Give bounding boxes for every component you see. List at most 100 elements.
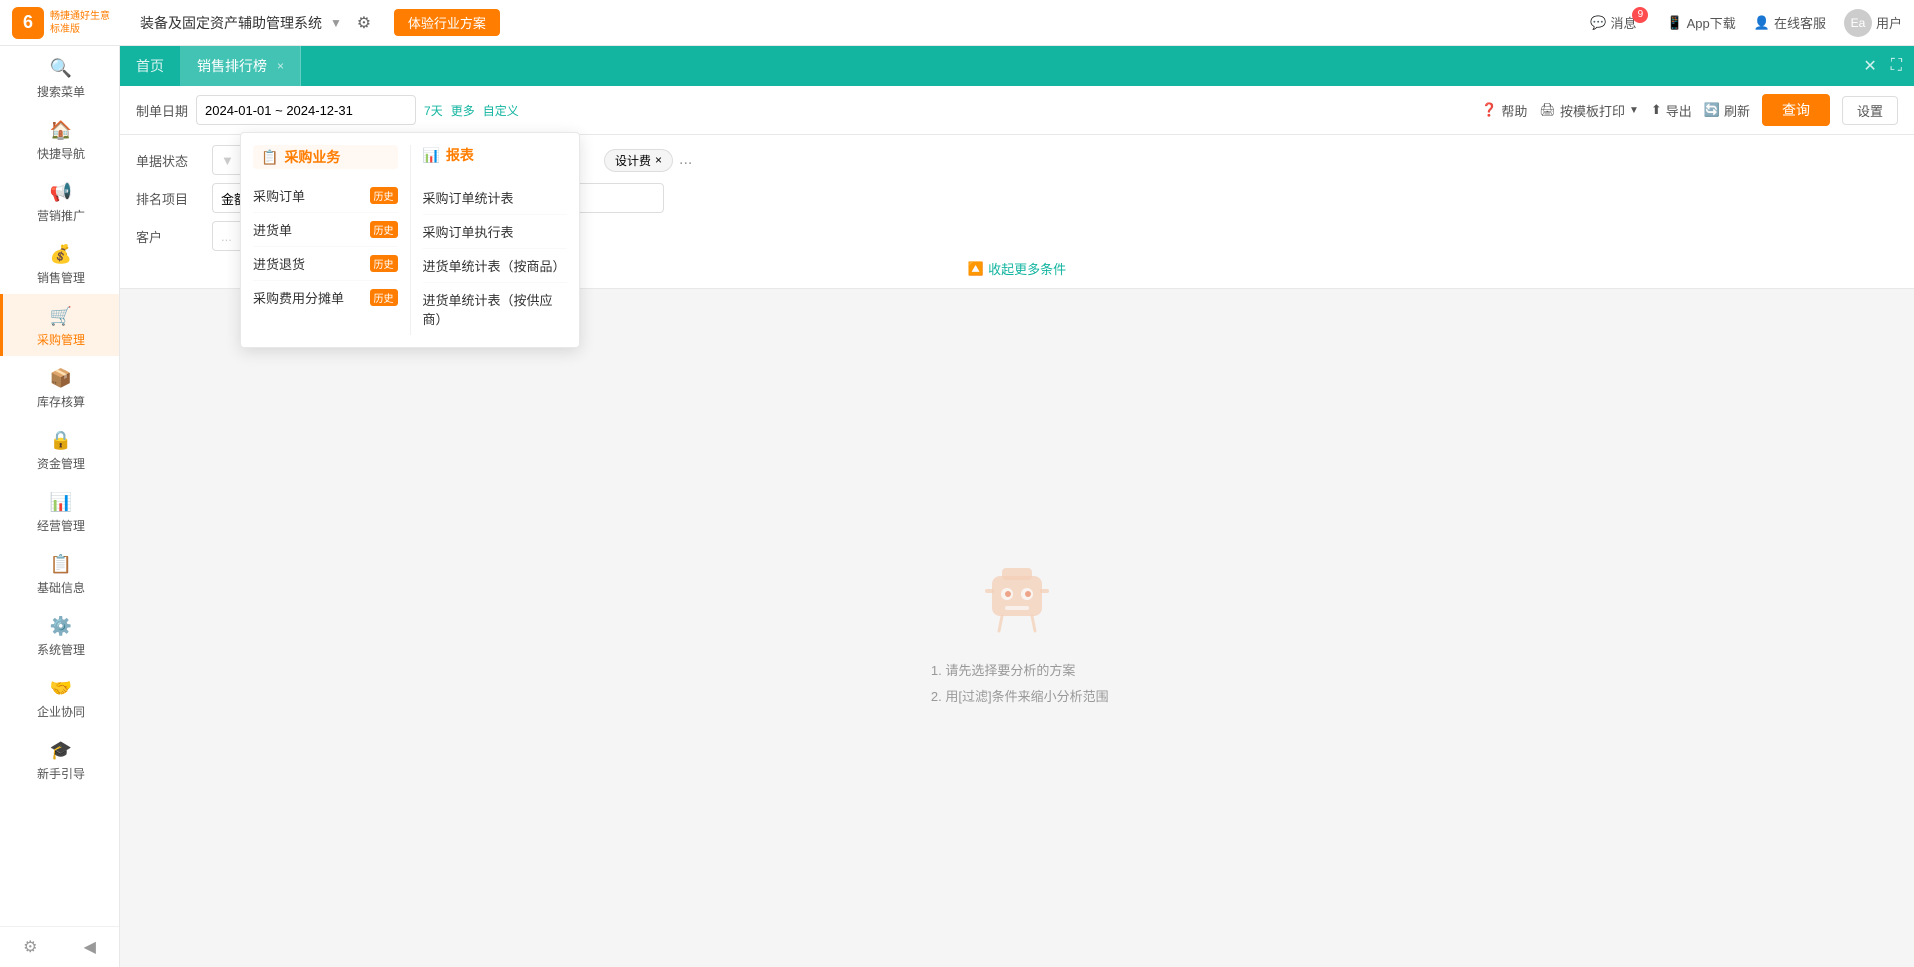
- goods-ellipsis[interactable]: ...: [679, 151, 692, 169]
- order-status-ellipsis[interactable]: ▼: [221, 153, 234, 168]
- message-icon: 💬: [1590, 15, 1606, 31]
- main-layout: 🔍 搜索菜单 🏠 快捷导航 📢 营销推广 💰 销售管理 🛒 采购管理 📦 库存核…: [0, 46, 1914, 967]
- purchase-col2-label: 报表: [446, 145, 474, 165]
- report-item-1[interactable]: 采购订单统计表: [423, 181, 568, 215]
- print-chevron-icon[interactable]: ▼: [1629, 105, 1639, 116]
- chevron-down-icon[interactable]: ▼: [330, 16, 342, 30]
- report-item-2[interactable]: 采购订单执行表: [423, 215, 568, 249]
- purchase-icon: 🛒: [50, 306, 72, 327]
- export-btn[interactable]: ⬆ 导出: [1651, 101, 1692, 120]
- history-badge-return: 历史: [370, 255, 398, 272]
- cooperation-icon: 🤝: [50, 678, 72, 699]
- purchase-item-return[interactable]: 进货退货 历史: [253, 247, 398, 281]
- sales-icon: 💰: [50, 244, 72, 265]
- report-item-4[interactable]: 进货单统计表（按供应商）: [423, 283, 568, 335]
- help-btn[interactable]: ❓ 帮助: [1481, 101, 1527, 120]
- purchase-item-cost[interactable]: 采购费用分摊单 历史: [253, 281, 398, 314]
- tab-maximize-icon[interactable]: ⛶: [1887, 53, 1906, 79]
- sidebar: 🔍 搜索菜单 🏠 快捷导航 📢 营销推广 💰 销售管理 🛒 采购管理 📦 库存核…: [0, 46, 120, 967]
- empty-state: 请先选择要分析的方案 用[过滤]条件来缩小分析范围: [120, 289, 1914, 967]
- purchase-col1-icon: 📋: [261, 149, 278, 166]
- sidebar-label-search: 搜索菜单: [37, 83, 85, 100]
- service-icon: 👤: [1754, 15, 1770, 31]
- sidebar-item-basic[interactable]: 📋 基础信息: [0, 542, 119, 604]
- sidebar-item-sales[interactable]: 💰 销售管理: [0, 232, 119, 294]
- print-btn[interactable]: 🖨 按模板打印 ▼: [1539, 101, 1638, 120]
- date-more[interactable]: 更多: [451, 102, 475, 119]
- report-item-4-label: 进货单统计表（按供应商）: [423, 290, 568, 328]
- tab-home[interactable]: 首页: [120, 46, 181, 86]
- tab-close-icon[interactable]: ×: [277, 59, 284, 73]
- message-btn[interactable]: 💬 消息 9: [1590, 13, 1648, 32]
- purchase-item-purchase[interactable]: 进货单 历史: [253, 213, 398, 247]
- system-icon: ⚙️: [50, 616, 72, 637]
- app-download-btn[interactable]: 📱 App下载: [1666, 13, 1735, 32]
- purchase-item-order[interactable]: 采购订单 历史: [253, 179, 398, 213]
- customer-label: 客户: [136, 227, 196, 246]
- purchase-col-2: 📊 报表 采购订单统计表 采购订单执行表 进货单统计表（按商品） 进货单统计表（…: [410, 145, 580, 335]
- phone-icon: 📱: [1666, 15, 1682, 31]
- sidebar-item-newbie[interactable]: 🎓 新手引导: [0, 728, 119, 790]
- purchase-col1-header: 📋 采购业务: [253, 145, 398, 169]
- tab-sales-rank[interactable]: 销售排行榜 ×: [181, 46, 301, 86]
- purchase-col-1: 📋 采购业务 采购订单 历史 进货单 历史 进货退货 历史: [241, 145, 410, 335]
- toolbar: 制单日期 2024-01-01 ~ 2024-12-31 7天 更多 自定义 ❓…: [120, 86, 1914, 135]
- sidebar-item-system[interactable]: ⚙️ 系统管理: [0, 604, 119, 666]
- tab-close-all-icon[interactable]: ✕: [1859, 52, 1880, 80]
- report-item-3-label: 进货单统计表（按商品）: [423, 256, 566, 275]
- sidebar-item-inventory[interactable]: 📦 库存核算: [0, 356, 119, 418]
- sidebar-item-search[interactable]: 🔍 搜索菜单: [0, 46, 119, 108]
- history-badge-order: 历史: [370, 187, 398, 204]
- history-badge-purchase: 历史: [370, 221, 398, 238]
- print-label: 按模板打印: [1560, 101, 1625, 120]
- refresh-btn[interactable]: 🔄 刷新: [1704, 101, 1750, 120]
- content-area: 首页 销售排行榜 × ✕ ⛶ 制单日期 2024-01-01 ~ 2024-12…: [120, 46, 1914, 967]
- online-service-btn[interactable]: 👤 在线客服: [1754, 13, 1826, 32]
- sidebar-label-marketing: 营销推广: [37, 207, 85, 224]
- report-item-1-label: 采购订单统计表: [423, 188, 514, 207]
- system-settings-icon[interactable]: ⚙: [350, 9, 378, 37]
- query-btn[interactable]: 查询: [1762, 94, 1830, 126]
- sidebar-label-operation: 经营管理: [37, 517, 85, 534]
- collapse-sidebar-btn[interactable]: ◀: [84, 937, 96, 957]
- date-range-input[interactable]: 2024-01-01 ~ 2024-12-31: [196, 95, 416, 125]
- logo-text: 畅捷通好生意 标准版: [50, 10, 110, 36]
- top-header: 6 畅捷通好生意 标准版 装备及固定资产辅助管理系统 ▼ ⚙ 体验行业方案 💬 …: [0, 0, 1914, 46]
- purchase-dropdown-menu: 📋 采购业务 采购订单 历史 进货单 历史 进货退货 历史: [240, 132, 580, 348]
- goods-tag: 设计费 ×: [604, 149, 673, 172]
- collapse-btn[interactable]: 🔼 收起更多条件: [968, 259, 1066, 278]
- refresh-label: 刷新: [1724, 101, 1750, 120]
- user-area[interactable]: Ea 用户: [1844, 9, 1902, 37]
- settings-btn[interactable]: ⚙: [23, 937, 37, 957]
- date-label: 制单日期: [136, 101, 188, 120]
- industry-btn[interactable]: 体验行业方案: [394, 9, 500, 36]
- date-custom[interactable]: 自定义: [483, 102, 519, 119]
- empty-tip-1: 请先选择要分析的方案: [945, 658, 1108, 684]
- date-range-value: 2024-01-01 ~ 2024-12-31: [205, 103, 353, 118]
- tab-bar-actions: ✕ ⛶: [1859, 52, 1914, 80]
- operation-icon: 📊: [50, 492, 72, 513]
- sidebar-item-capital[interactable]: 🔒 资金管理: [0, 418, 119, 480]
- sidebar-item-operation[interactable]: 📊 经营管理: [0, 480, 119, 542]
- collapse-icon: 🔼: [968, 261, 984, 277]
- report-icon: 📊: [423, 147, 440, 164]
- report-item-3[interactable]: 进货单统计表（按商品）: [423, 249, 568, 283]
- search-icon: 🔍: [50, 58, 72, 79]
- date-7days[interactable]: 7天: [424, 102, 443, 119]
- purchase-item-order-label: 采购订单: [253, 186, 305, 205]
- inventory-icon: 📦: [50, 368, 72, 389]
- sidebar-item-quick[interactable]: 🏠 快捷导航: [0, 108, 119, 170]
- goods-tag-close-icon[interactable]: ×: [655, 153, 662, 167]
- sidebar-label-newbie: 新手引导: [37, 765, 85, 782]
- help-label: 帮助: [1501, 101, 1527, 120]
- purchase-item-return-label: 进货退货: [253, 254, 305, 273]
- sidebar-label-inventory: 库存核算: [37, 393, 85, 410]
- settings-btn[interactable]: 设置: [1842, 96, 1898, 125]
- sidebar-item-marketing[interactable]: 📢 营销推广: [0, 170, 119, 232]
- refresh-icon: 🔄: [1704, 102, 1720, 118]
- message-badge: 9: [1632, 7, 1648, 23]
- export-icon: ⬆: [1651, 102, 1662, 118]
- sidebar-item-purchase[interactable]: 🛒 采购管理: [0, 294, 119, 356]
- sidebar-item-cooperation[interactable]: 🤝 企业协同: [0, 666, 119, 728]
- rank-item-label: 排名项目: [136, 189, 196, 208]
